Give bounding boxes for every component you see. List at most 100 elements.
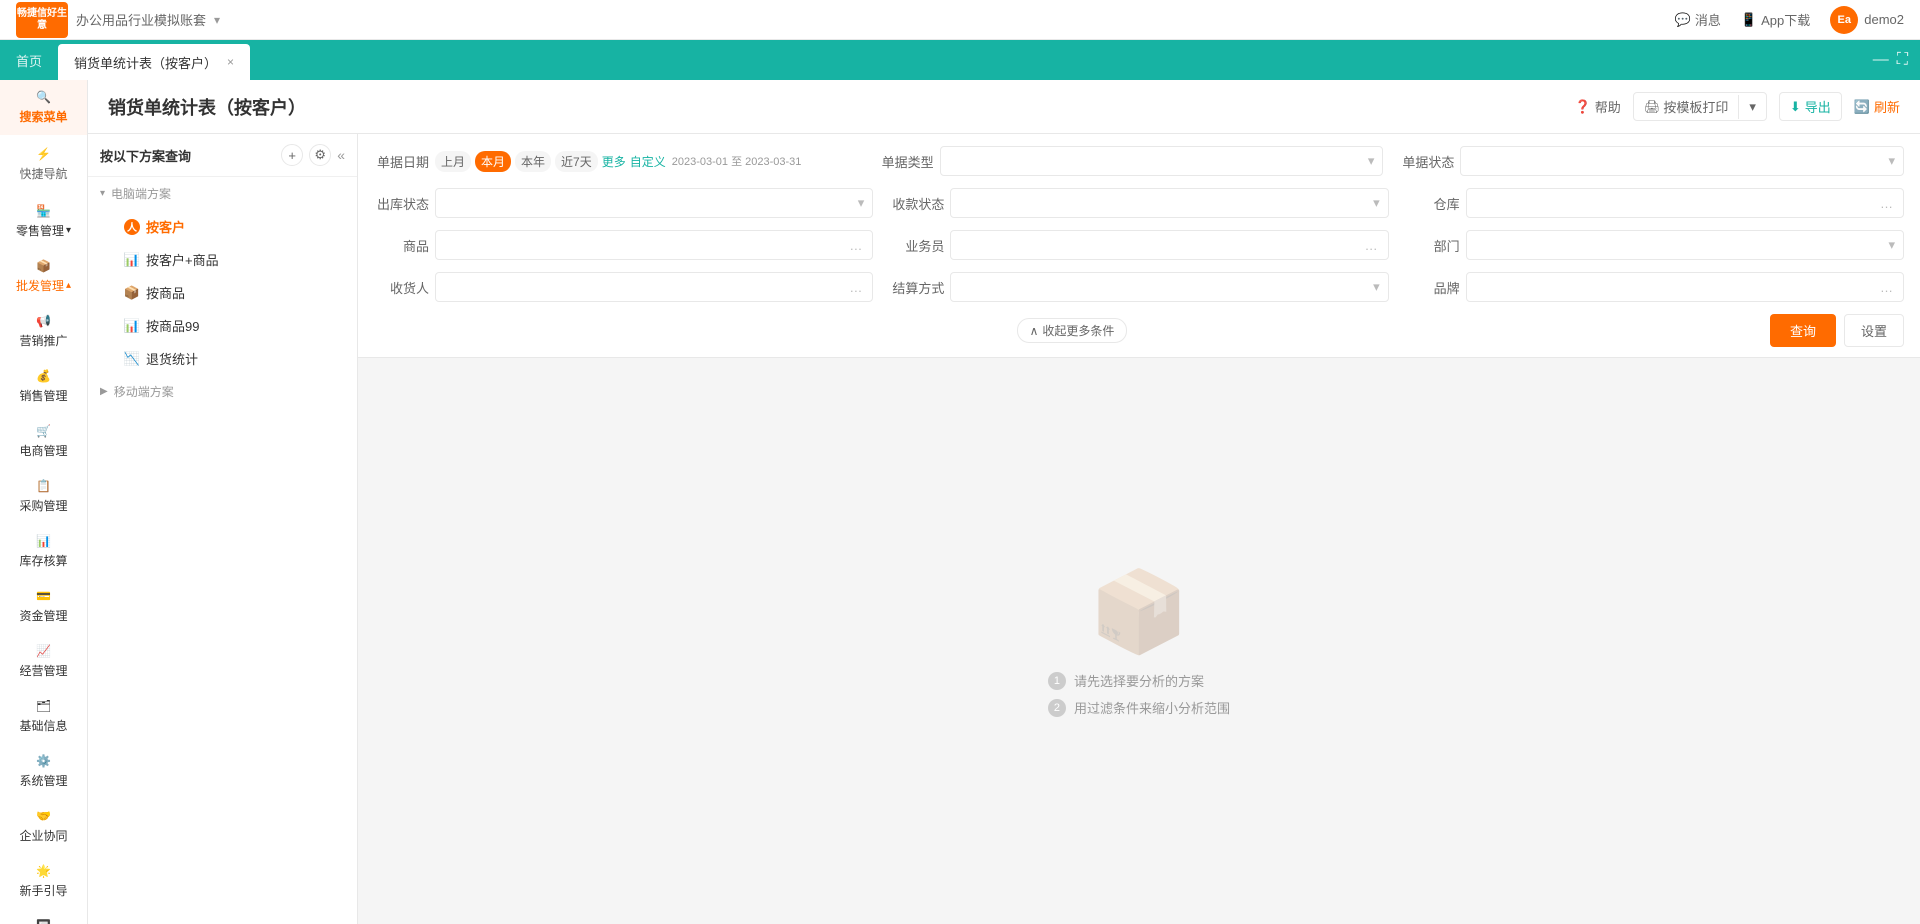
user-menu-btn[interactable]: Ea demo2 [1830,6,1904,34]
date-custom-btn[interactable]: 自定义 [630,153,666,170]
tab-active[interactable]: 销货单统计表（按客户） × [58,44,250,80]
app-title-dropdown[interactable]: ▾ [214,13,220,27]
filter-item-warehouse: 仓库 … [1405,188,1904,218]
main-layout: 🔍 搜索菜单 ⚡ 快捷导航 🏪 零售管理 ▾ 📦 批发管理 ▴ 📢 营销推广 [0,80,1920,924]
filter-settings-btn[interactable]: 设置 [1844,314,1904,347]
sidebar-item-purchase[interactable]: 📋 采购管理 [0,469,87,524]
refresh-btn[interactable]: 🔄 刷新 [1854,97,1900,116]
sidebar-item-system[interactable]: ⚙️ 系统管理 [0,744,87,799]
left-panel-header: 按以下方案查询 + ⚙ « [88,134,357,177]
filter-item-goods: 商品 … [374,230,873,260]
collapse-left-panel-btn[interactable]: « [337,147,345,163]
sidebar-item-finance[interactable]: 💳 资金管理 [0,579,87,634]
warehouse-label: 仓库 [1405,194,1460,213]
sidebar-item-operation[interactable]: 📈 经营管理 [0,634,87,689]
collect-status-field[interactable]: ▾ [950,188,1388,218]
desktop-section-label: 电脑端方案 [111,185,171,202]
app-download-btn[interactable]: 📱 App下载 [1741,10,1810,29]
newbie-label: 新手引导 [19,882,67,899]
filter-area: 单据日期 上月 本月 本年 近7天 更多 自定义 2023-03-01 至 20… [358,134,1920,358]
logo-text: 畅捷信好生意 [16,8,68,32]
left-panel-title: 按以下方案查询 [100,146,191,165]
tab-maximize-icon[interactable]: ⛶ [1897,51,1908,69]
export-btn[interactable]: ⬇ 导出 [1779,92,1842,121]
query-btn[interactable]: 查询 [1770,314,1836,347]
salesperson-field[interactable]: … [950,230,1388,260]
sidebar-item-quicknav[interactable]: ⚡ 快捷导航 [0,135,87,194]
sidebar-item-enterprise[interactable]: 🤝 企业协同 [0,799,87,854]
date-last7days-btn[interactable]: 近7天 [555,151,598,172]
tree-item-by-customer-label: 按客户 [146,217,185,236]
download-icon: 📱 [1741,12,1757,28]
finance-icon: 💳 [36,589,51,603]
tree-item-by-customer[interactable]: 人 按客户 [88,210,357,243]
order-status-field[interactable]: ▾ [1460,146,1904,176]
tree-item-return-stats-label: 退货统计 [146,349,198,368]
brand-field[interactable]: … [1466,272,1904,302]
sidebar-item-appcenter[interactable]: 🔲 应用中心 [0,909,87,924]
print-btn[interactable]: 🖨 按模板打印 [1634,93,1739,120]
goods-field[interactable]: … [435,230,873,260]
query-btns: 查询 设置 [1770,314,1904,347]
sidebar-item-ecommerce[interactable]: 🛒 电商管理 [0,414,87,469]
add-scheme-btn[interactable]: + [281,144,303,166]
refresh-label: 刷新 [1874,97,1900,116]
collect-status-chevron: ▾ [1373,195,1380,211]
sales-icon: 💰 [36,369,51,383]
collapse-area: ∧ 收起更多条件 [374,318,1770,343]
sidebar-item-retail[interactable]: 🏪 零售管理 ▾ [0,194,87,249]
date-more-btn[interactable]: 更多 [602,153,626,170]
settings-scheme-btn[interactable]: ⚙ [309,144,331,166]
content-area: 销货单统计表（按客户） ❓ 帮助 🖨 按模板打印 ▾ ⬇ 导出 [88,80,1920,924]
tree-item-by-goods99[interactable]: 📊 按商品99 [88,309,357,342]
date-last-month-btn[interactable]: 上月 [435,151,471,172]
tab-close-icon[interactable]: × [227,55,234,69]
tab-minimize-icon[interactable]: — [1873,51,1889,69]
sidebar-item-sales[interactable]: 💰 销售管理 [0,359,87,414]
payment-method-field[interactable]: ▾ [950,272,1388,302]
newbie-icon: 🌟 [36,864,51,878]
wholesale-arrow: ▴ [66,280,71,291]
date-current-year-btn[interactable]: 本年 [515,151,551,172]
basic-icon: 🗂 [36,699,51,713]
order-type-label: 单据类型 [879,152,934,171]
print-dropdown-btn[interactable]: ▾ [1739,95,1766,119]
sidebar-item-inventory[interactable]: 📊 库存核算 [0,524,87,579]
date-current-month-btn[interactable]: 本月 [475,151,511,172]
receiver-dots: … [849,280,864,295]
logo: 畅捷信好生意 [16,2,68,38]
ecommerce-icon: 🛒 [36,424,51,438]
inventory-icon: 📊 [36,534,51,548]
tree-item-by-goods[interactable]: 📦 按商品 [88,276,357,309]
filter-item-out-status: 出库状态 ▾ [374,188,873,218]
filter-item-date: 单据日期 上月 本月 本年 近7天 更多 自定义 2023-03-01 至 20… [374,151,879,172]
receiver-field[interactable]: … [435,272,873,302]
sidebar-item-basic[interactable]: 🗂 基础信息 [0,689,87,744]
sidebar-item-marketing[interactable]: 📢 营销推广 [0,304,87,359]
out-status-field[interactable]: ▾ [435,188,873,218]
order-type-field[interactable]: ▾ [940,146,1384,176]
by-customer-goods-icon: 📊 [124,252,140,268]
collapse-icon: ∧ [1030,324,1039,338]
empty-state: 📦 1 请先选择要分析的方案 2 用过滤条件来缩小分析范围 [358,358,1920,924]
desktop-section-arrow: ▾ [100,188,105,199]
date-label: 单据日期 [374,152,429,171]
filter-row-1: 单据日期 上月 本月 本年 近7天 更多 自定义 2023-03-01 至 20… [374,146,1904,176]
department-chevron: ▾ [1888,237,1895,253]
filter-item-brand: 品牌 … [1405,272,1904,302]
sidebar-item-wholesale[interactable]: 📦 批发管理 ▴ [0,249,87,304]
warehouse-field[interactable]: … [1466,188,1904,218]
message-btn[interactable]: 💬 消息 [1675,10,1721,29]
out-status-chevron: ▾ [858,195,865,211]
tab-home[interactable]: 首页 [0,40,58,80]
help-btn[interactable]: ❓ 帮助 [1575,97,1621,116]
sidebar-item-search[interactable]: 🔍 搜索菜单 [0,80,87,135]
sidebar-item-newbie[interactable]: 🌟 新手引导 [0,854,87,909]
app-download-label: App下载 [1761,10,1810,29]
mobile-section-label: 移动端方案 [114,383,174,400]
basic-label: 基础信息 [19,717,67,734]
tree-item-by-customer-goods[interactable]: 📊 按客户+商品 [88,243,357,276]
tree-item-return-stats[interactable]: 📉 退货统计 [88,342,357,375]
collapse-conditions-btn[interactable]: ∧ 收起更多条件 [1017,318,1128,343]
department-field[interactable]: ▾ [1466,230,1904,260]
